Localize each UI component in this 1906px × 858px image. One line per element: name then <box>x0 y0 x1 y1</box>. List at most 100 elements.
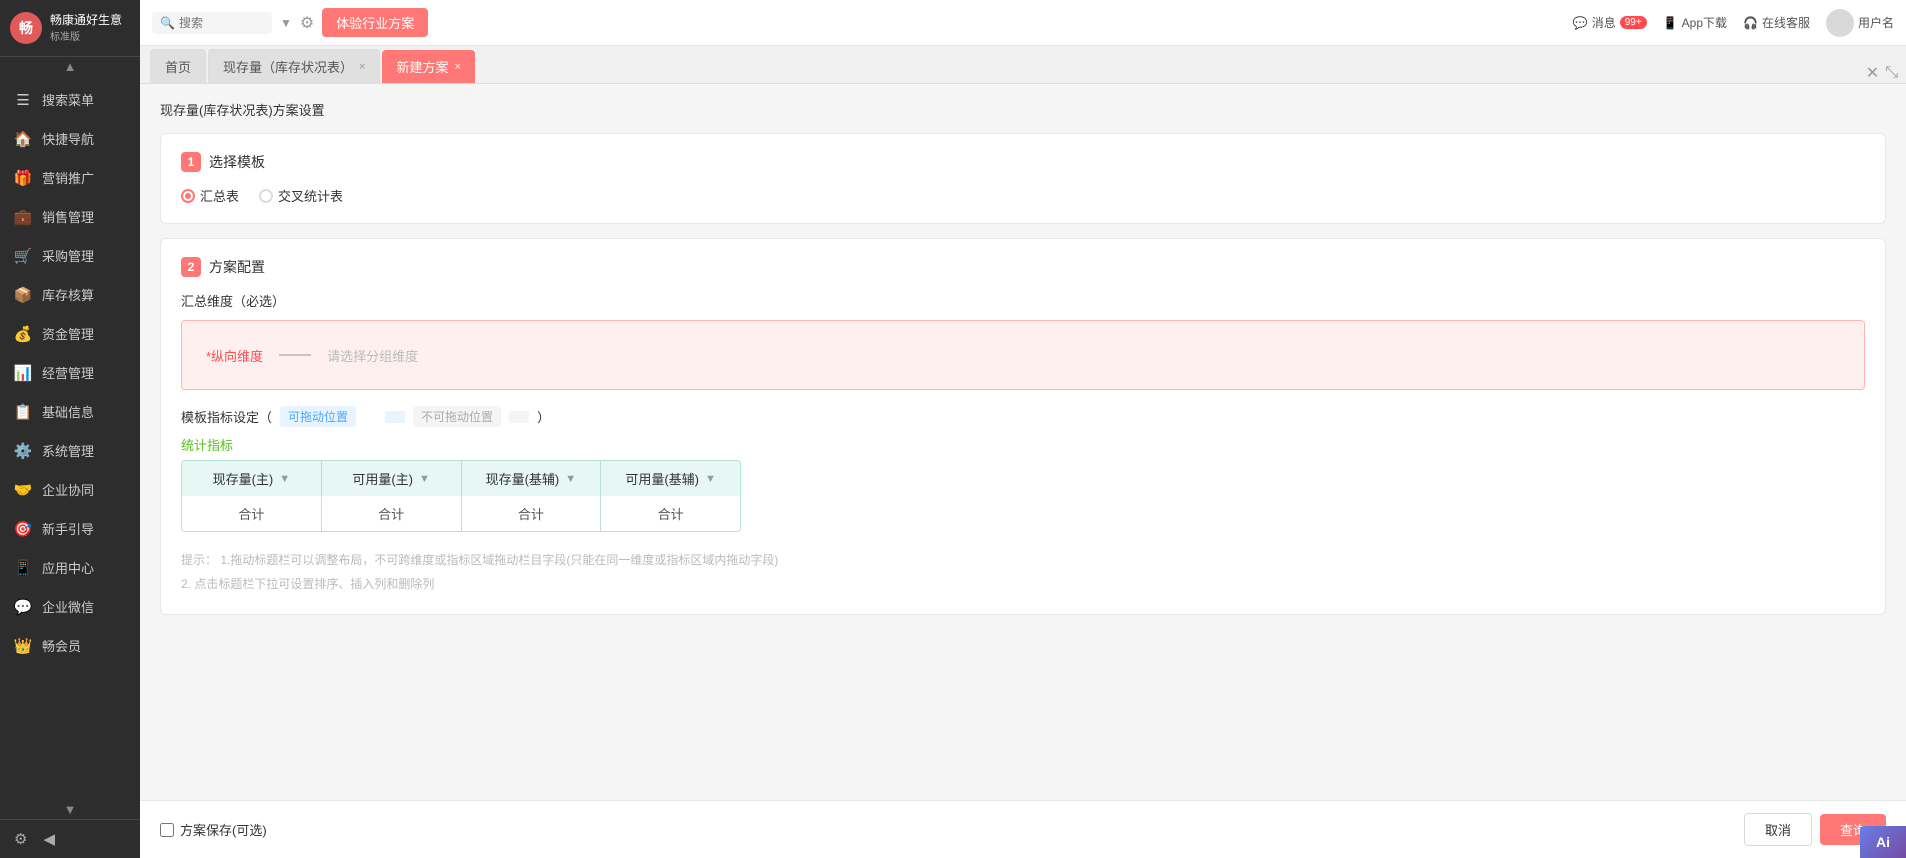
sidebar-item-label: 搜索菜单 <box>42 90 94 109</box>
stat-col-3-label: 可用量(基辅) <box>625 469 699 488</box>
business-icon: 📊 <box>14 364 32 382</box>
stat-table-header: 现存量(主) ▼ 可用量(主) ▼ 现存量(基辅) ▼ 可用量(基辅) <box>182 461 740 496</box>
sidebar-item-member[interactable]: 👑 畅会员 <box>0 626 140 665</box>
sidebar-item-label: 经营管理 <box>42 363 94 382</box>
sidebar-footer: ⚙ ◀ <box>0 819 140 858</box>
settings-icon[interactable]: ⚙ <box>14 830 27 848</box>
search-input[interactable] <box>179 16 259 30</box>
section-scheme-config: 2 方案配置 汇总维度（必选） *纵向维度 —— 请选择分组维度 模板指标设定（… <box>160 238 1886 615</box>
ai-float-button[interactable]: Ai <box>1860 826 1906 858</box>
sidebar-item-label: 新手引导 <box>42 519 94 538</box>
section1-num: 1 <box>181 152 201 172</box>
sidebar-item-app-center[interactable]: 📱 应用中心 <box>0 548 140 587</box>
non-draggable-tag: 不可拖动位置 <box>413 406 501 427</box>
section1-header: 1 选择模板 <box>181 152 1865 172</box>
enterprise-icon: 🤝 <box>14 481 32 499</box>
online-service-action[interactable]: 🎧 在线客服 <box>1743 14 1810 31</box>
sidebar-scroll-down[interactable]: ▼ <box>0 800 140 819</box>
dimension-placeholder: 请选择分组维度 <box>327 346 418 365</box>
user-profile[interactable]: 用户名 <box>1826 9 1894 37</box>
sidebar-item-purchase[interactable]: 🛒 采购管理 <box>0 236 140 275</box>
non-draggable-indicator-rect <box>509 411 529 423</box>
sound-icon[interactable]: ◀ <box>43 830 55 848</box>
stat-cell-1: 合计 <box>322 496 462 531</box>
tips-section: 提示： 1.拖动标题栏可以调整布局，不可跨维度或指标区域拖动栏目字段(只能在同一… <box>181 548 1865 596</box>
app-download-icon: 📱 <box>1663 16 1678 30</box>
tip1-text: 1.拖动标题栏可以调整布局，不可跨维度或指标区域拖动栏目字段(只能在同一维度或指… <box>220 553 778 567</box>
stat-col-3-chevron[interactable]: ▼ <box>705 473 716 485</box>
sidebar-item-enterprise[interactable]: 🤝 企业协同 <box>0 470 140 509</box>
top-header: 🔍 ▼ ⚙ 体验行业方案 💬 消息 99+ 📱 App下载 🎧 在线客服 用户名 <box>140 0 1906 46</box>
tab-new-scheme[interactable]: 新建方案 × <box>382 50 474 83</box>
message-badge: 99+ <box>1620 16 1647 29</box>
stat-col-0-chevron[interactable]: ▼ <box>279 473 290 485</box>
message-action[interactable]: 💬 消息 99+ <box>1573 14 1647 31</box>
sidebar-item-label: 系统管理 <box>42 441 94 460</box>
wechat-icon: 💬 <box>14 598 32 616</box>
radio-summary-dot <box>181 189 195 203</box>
app-download-action[interactable]: 📱 App下载 <box>1663 14 1727 31</box>
cancel-button[interactable]: 取消 <box>1744 813 1812 846</box>
app-download-label: App下载 <box>1682 14 1727 31</box>
stat-table-body: 合计 合计 合计 合计 <box>182 496 740 531</box>
sidebar-item-quick-nav[interactable]: 🏠 快捷导航 <box>0 119 140 158</box>
sidebar-item-new-guide[interactable]: 🎯 新手引导 <box>0 509 140 548</box>
marketing-icon: 🎁 <box>14 169 32 187</box>
page-title: 现存量(库存状况表)方案设置 <box>160 100 1886 119</box>
message-icon: 💬 <box>1573 16 1588 30</box>
search-menu-icon: ☰ <box>14 91 32 109</box>
search-dropdown-icon[interactable]: ▼ <box>280 16 292 30</box>
sidebar: 畅 畅康通好生意 标准版 ▲ ☰ 搜索菜单 🏠 快捷导航 🎁 营销推广 💼 销售… <box>0 0 140 858</box>
stat-label: 统计指标 <box>181 435 1865 454</box>
try-industry-button[interactable]: 体验行业方案 <box>322 8 428 37</box>
username: 用户名 <box>1858 14 1894 31</box>
online-service-icon: 🎧 <box>1743 16 1758 30</box>
maximize-window-icon[interactable]: ⤡ <box>1885 64 1898 82</box>
sidebar-scroll-up[interactable]: ▲ <box>0 57 140 76</box>
sidebar-item-label: 库存核算 <box>42 285 94 304</box>
stat-cell-2: 合计 <box>462 496 602 531</box>
sidebar-logo: 畅 畅康通好生意 标准版 <box>0 0 140 57</box>
avatar <box>1826 9 1854 37</box>
sidebar-item-marketing[interactable]: 🎁 营销推广 <box>0 158 140 197</box>
logo-icon: 畅 <box>10 12 42 44</box>
radio-cross-dot <box>259 189 273 203</box>
tab-home[interactable]: 首页 <box>150 49 206 83</box>
template-options: 汇总表 交叉统计表 <box>181 186 1865 205</box>
close-window-icon[interactable]: ✕ <box>1866 63 1879 83</box>
sidebar-item-base-info[interactable]: 📋 基础信息 <box>0 392 140 431</box>
sidebar-item-finance[interactable]: 💰 资金管理 <box>0 314 140 353</box>
statistics-table: 现存量(主) ▼ 可用量(主) ▼ 现存量(基辅) ▼ 可用量(基辅) <box>181 460 741 532</box>
sidebar-item-label: 企业微信 <box>42 597 94 616</box>
search-box[interactable]: 🔍 <box>152 12 272 34</box>
stat-col-1-chevron[interactable]: ▼ <box>419 473 430 485</box>
stat-col-2-chevron[interactable]: ▼ <box>565 473 576 485</box>
template-summary-label: 汇总表 <box>200 186 239 205</box>
content-footer: 方案保存(可选) 取消 查询 <box>140 800 1906 858</box>
sidebar-item-sales[interactable]: 💼 销售管理 <box>0 197 140 236</box>
sidebar-item-label: 应用中心 <box>42 558 94 577</box>
tab-inventory-status[interactable]: 现存量（库存状况表） × <box>208 49 380 83</box>
dimension-label: 汇总维度（必选） <box>181 291 1865 310</box>
sidebar-item-business[interactable]: 📊 经营管理 <box>0 353 140 392</box>
sidebar-item-system[interactable]: ⚙️ 系统管理 <box>0 431 140 470</box>
stat-col-0-label: 现存量(主) <box>213 469 274 488</box>
sidebar-item-inventory[interactable]: 📦 库存核算 <box>0 275 140 314</box>
member-icon: 👑 <box>14 637 32 655</box>
content-area: 现存量(库存状况表)方案设置 1 选择模板 汇总表 交叉统计表 2 <box>140 84 1906 800</box>
sidebar-item-label: 采购管理 <box>42 246 94 265</box>
sidebar-item-wechat[interactable]: 💬 企业微信 <box>0 587 140 626</box>
tab-new-scheme-close-icon[interactable]: × <box>454 61 460 73</box>
template-cross[interactable]: 交叉统计表 <box>259 186 343 205</box>
template-summary[interactable]: 汇总表 <box>181 186 239 205</box>
tab-inventory-close-icon[interactable]: × <box>359 61 365 73</box>
sidebar-item-search-menu[interactable]: ☰ 搜索菜单 <box>0 80 140 119</box>
save-checkbox[interactable] <box>160 823 174 837</box>
system-icon: ⚙️ <box>14 442 32 460</box>
sidebar-item-label: 快捷导航 <box>42 129 94 148</box>
indicator-settings: 模板指标设定（ 可拖动位置 不可拖动位置 ） 统计指标 现存量(主) ▼ <box>181 406 1865 532</box>
app-name: 畅康通好生意 <box>50 13 122 29</box>
gear-icon[interactable]: ⚙ <box>300 13 314 33</box>
sidebar-item-label: 销售管理 <box>42 207 94 226</box>
sidebar-item-label: 企业协同 <box>42 480 94 499</box>
